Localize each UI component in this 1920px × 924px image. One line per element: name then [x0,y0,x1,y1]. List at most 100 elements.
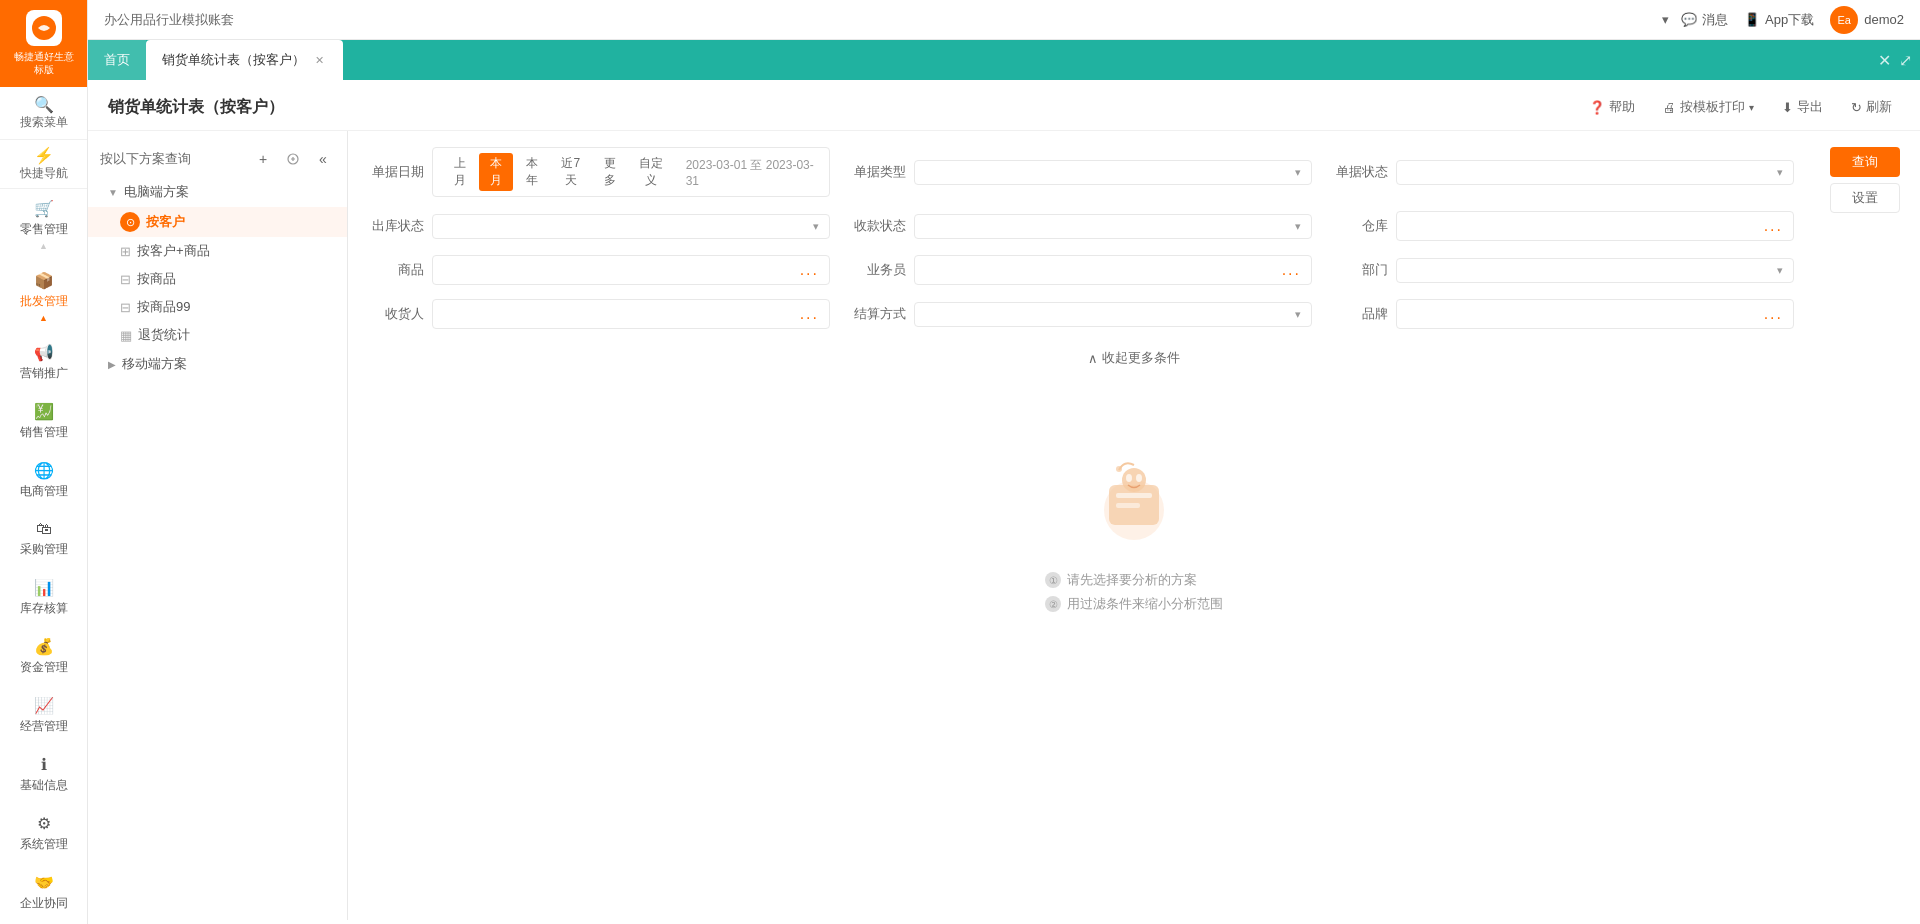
collapse-bar[interactable]: ∧ 收起更多条件 [368,341,1900,375]
brand-input[interactable]: ... [1396,299,1794,329]
department-select[interactable]: ▾ [1396,258,1794,283]
help-btn[interactable]: ❓ 帮助 [1581,94,1643,120]
sidebar-item-marketing[interactable]: 📢 营销推广 [0,333,87,392]
payment-method-label: 结算方式 [850,305,906,323]
salesperson-dots[interactable]: ... [1282,261,1301,279]
date-buttons: 上月 本月 本年 近7天 更多 自定义 [443,153,674,191]
sidebar-item-finance[interactable]: 💰 资金管理 [0,627,87,686]
inventory-label: 库存核算 [20,600,68,617]
tab-home[interactable]: 首页 [88,40,146,80]
date-range-text: 2023-03-01 至 2023-03-31 [686,157,819,188]
refresh-btn[interactable]: ↻ 刷新 [1843,94,1900,120]
sidebar-item-ecommerce[interactable]: 🌐 电商管理 [0,451,87,510]
sidebar-item-sales[interactable]: 💹 销售管理 [0,392,87,451]
out-status-arrow: ▾ [813,220,819,233]
goods-dots[interactable]: ... [800,261,819,279]
consignee-label: 收货人 [368,305,424,323]
tab-close-icon[interactable]: ✕ [311,52,327,68]
item-icon-1: ⊞ [120,244,131,259]
system-label: 系统管理 [20,836,68,853]
tab-maximize-btn[interactable]: ⤢ [1899,51,1912,70]
collapse-panel-btn[interactable]: « [311,147,335,171]
salesperson-input[interactable]: ... [914,255,1312,285]
add-scheme-btn[interactable]: + [251,147,275,171]
payment-method-arrow: ▾ [1295,308,1301,321]
payment-status-arrow: ▾ [1295,220,1301,233]
sidebar-item-search[interactable]: 🔍 搜索菜单 [0,87,87,140]
brand-dots[interactable]: ... [1764,305,1783,323]
export-label: 导出 [1797,98,1823,116]
item-icon-3: ⊟ [120,300,131,315]
sidebar-item-inventory[interactable]: 📊 库存核算 [0,568,87,627]
svg-point-8 [1136,474,1142,482]
tree-item-return-stat[interactable]: ▦ 退货统计 [88,321,347,349]
tree-desktop-section[interactable]: ▼ 电脑端方案 [88,177,347,207]
tab-sales-stat[interactable]: 销货单统计表（按客户） ✕ [146,40,343,80]
page-title: 销货单统计表（按客户） [108,97,284,118]
svg-rect-5 [1116,503,1140,508]
tab-close-btn[interactable]: ✕ [1878,51,1891,70]
consignee-dots[interactable]: ... [800,305,819,323]
topbar-actions: 💬 消息 📱 App下载 Ea demo2 [1681,6,1904,34]
date-btn-this-month[interactable]: 本月 [479,153,513,191]
edit-scheme-btn[interactable] [281,147,305,171]
sidebar-item-purchase[interactable]: 🛍 采购管理 [0,510,87,568]
date-btn-last-7[interactable]: 近7天 [551,153,591,191]
filter-item-payment-status: 收款状态 ▾ [850,214,1312,239]
print-dropdown-icon: ▾ [1749,102,1754,113]
message-label: 消息 [1702,11,1728,29]
warehouse-label: 仓库 [1332,217,1388,235]
filter-wrapper: 单据日期 上月 本月 本年 近7天 更多 自定义 [368,147,1900,337]
out-status-select[interactable]: ▾ [432,214,830,239]
sidebar-item-wholesale[interactable]: 📦 批发管理 ▲ [0,261,87,333]
sidebar-item-retail[interactable]: 🛒 零售管理 ▲ [0,189,87,261]
warehouse-dots[interactable]: ... [1764,217,1783,235]
panel-header-actions: + « [251,147,335,171]
date-btn-this-year[interactable]: 本年 [515,153,549,191]
date-btn-last-month[interactable]: 上月 [443,153,477,191]
filter-main: 单据日期 上月 本月 本年 近7天 更多 自定义 [368,147,1794,337]
date-btn-custom[interactable]: 自定义 [629,153,674,191]
app-logo[interactable]: 畅捷通好生意 标版 [0,0,87,87]
consignee-input[interactable]: ... [432,299,830,329]
wholesale-label: 批发管理 [20,293,68,310]
item-icon-2: ⊟ [120,272,131,287]
sidebar-item-operations[interactable]: 📈 经营管理 [0,686,87,745]
logo-icon [26,10,62,46]
payment-method-select[interactable]: ▾ [914,302,1312,327]
tree-item-by-goods-99[interactable]: ⊟ 按商品99 [88,293,347,321]
tree-mobile-section[interactable]: ▶ 移动端方案 [88,349,347,379]
order-status-select[interactable]: ▾ [1396,160,1794,185]
tab-sales-stat-label: 销货单统计表（按客户） [162,51,305,69]
tree-item-by-customer-goods[interactable]: ⊞ 按客户+商品 [88,237,347,265]
filter-item-date: 单据日期 上月 本月 本年 近7天 更多 自定义 [368,147,830,197]
settings-button[interactable]: 设置 [1830,183,1900,213]
sidebar-search-label: 搜索菜单 [5,114,82,131]
sidebar-item-basic[interactable]: ℹ 基础信息 [0,745,87,804]
date-btn-more[interactable]: 更多 [593,153,627,191]
action-column: 查询 设置 [1814,147,1900,213]
date-control[interactable]: 上月 本月 本年 近7天 更多 自定义 2023-03-01 至 2023-03… [432,147,830,197]
tree-item-by-customer[interactable]: ⊙ 按客户 [88,207,347,237]
export-btn[interactable]: ⬇ 导出 [1774,94,1831,120]
logo-subtext: 标版 [34,63,54,77]
warehouse-input[interactable]: ... [1396,211,1794,241]
empty-illustration [1074,435,1194,555]
sidebar-item-system[interactable]: ⚙ 系统管理 [0,804,87,863]
tabbar-controls: ✕ ⤢ [1878,51,1920,70]
expand-icon: ▼ [108,187,118,198]
message-action[interactable]: 💬 消息 [1681,11,1728,29]
order-type-select[interactable]: ▾ [914,160,1312,185]
goods-input[interactable]: ... [432,255,830,285]
filter-row-2: 出库状态 ▾ 收款状态 ▾ [368,211,1794,241]
user-profile[interactable]: Ea demo2 [1830,6,1904,34]
industry-dropdown[interactable]: ▾ [1662,12,1669,27]
tree-item-by-goods[interactable]: ⊟ 按商品 [88,265,347,293]
print-btn[interactable]: 🖨 按模板打印 ▾ [1655,94,1762,120]
payment-status-select[interactable]: ▾ [914,214,1312,239]
app-download-action[interactable]: 📱 App下载 [1744,11,1814,29]
sidebar-item-enterprise[interactable]: 🤝 企业协同 [0,863,87,922]
sidebar-item-quicknav[interactable]: ⚡ 快捷导航 [0,140,87,189]
query-button[interactable]: 查询 [1830,147,1900,177]
refresh-icon: ↻ [1851,100,1862,115]
